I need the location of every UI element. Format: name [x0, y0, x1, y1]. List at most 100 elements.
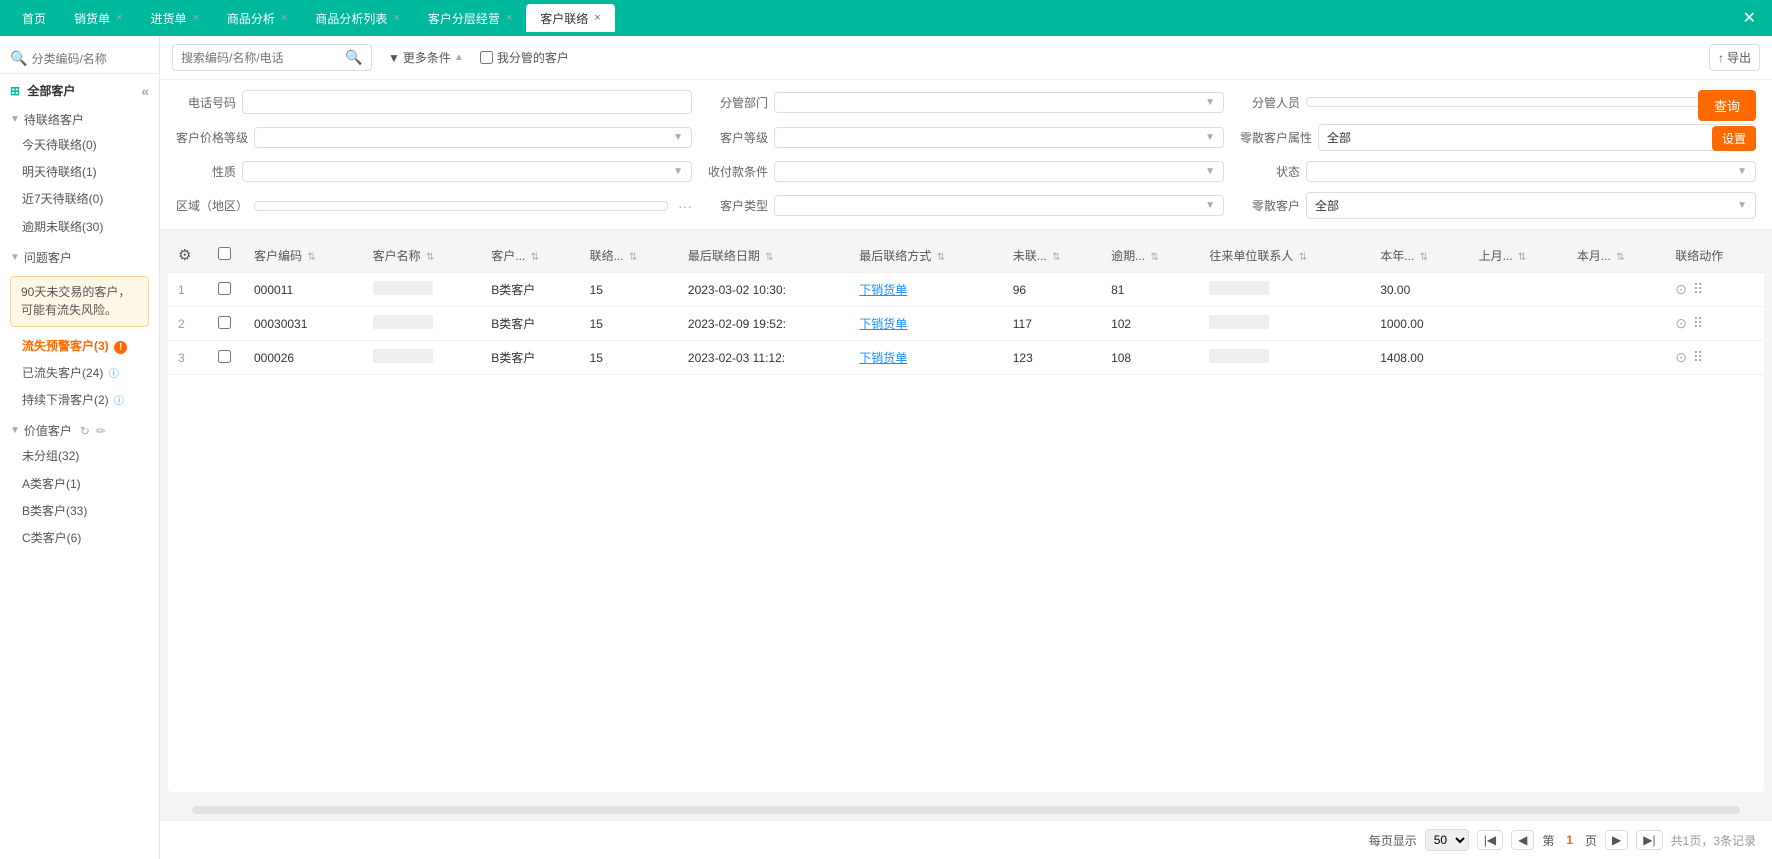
- sidebar-collapse-button[interactable]: «: [141, 83, 149, 99]
- row2-last-date: 2023-02-09 19:52:: [678, 307, 849, 341]
- tab-customer-contact[interactable]: 客户联络 ×: [526, 4, 614, 32]
- sidebar-item-overdue-pending[interactable]: 逾期未联络(30): [0, 214, 159, 241]
- row2-code: 00030031: [244, 307, 363, 341]
- row1-more-icon[interactable]: ⠿: [1693, 281, 1703, 298]
- tab-sales[interactable]: 销货单 ×: [60, 4, 136, 32]
- horizontal-scrollbar[interactable]: [192, 806, 1740, 814]
- customer-type-arrow: ▼: [1205, 200, 1215, 211]
- row1-code: 000011: [244, 273, 363, 307]
- last-month-sort-icon[interactable]: ⇅: [1518, 252, 1526, 263]
- row3-this-year: 1408.00: [1370, 341, 1468, 375]
- status-label: 状态: [1240, 163, 1300, 180]
- tab-sales-close[interactable]: ×: [116, 12, 122, 24]
- name-sort-icon[interactable]: ⇅: [426, 252, 434, 263]
- contact-person-sort-icon[interactable]: ⇅: [1299, 252, 1307, 263]
- more-filters-button[interactable]: ▼ 更多条件 ▲: [380, 45, 472, 70]
- zero-attr-select[interactable]: 全部▼: [1318, 124, 1756, 151]
- tab-analysis-list[interactable]: 商品分析列表 ×: [301, 4, 413, 32]
- tab-analysis-close[interactable]: ×: [281, 12, 287, 24]
- price-grade-select[interactable]: ▼: [254, 127, 692, 148]
- zero-customer-select[interactable]: 全部▼: [1306, 192, 1756, 219]
- last-date-sort-icon[interactable]: ⇅: [765, 252, 773, 263]
- row2-select-checkbox[interactable]: [218, 316, 231, 329]
- row1-contact-icon[interactable]: ⊙: [1675, 281, 1687, 298]
- main-search-icon[interactable]: 🔍: [345, 49, 362, 66]
- sidebar-item-today-pending[interactable]: 今天待联络(0): [0, 132, 159, 159]
- tab-customer-tier-label: 客户分层经营: [428, 10, 500, 27]
- my-customers-checkbox[interactable]: [480, 51, 493, 64]
- row2-this-month: [1567, 307, 1665, 341]
- tab-analysis-label: 商品分析: [227, 10, 275, 27]
- this-month-sort-icon[interactable]: ⇅: [1616, 252, 1624, 263]
- first-page-button[interactable]: |◀: [1477, 830, 1503, 850]
- zero-customer-arrow: ▼: [1737, 200, 1747, 211]
- row3-more-icon[interactable]: ⠿: [1693, 349, 1703, 366]
- tab-home[interactable]: 首页: [8, 4, 60, 32]
- area-dots[interactable]: ···: [678, 198, 692, 214]
- filter-nature-row: 性质 ▼: [176, 161, 692, 182]
- sidebar-item-declining[interactable]: 持续下滑客户(2) ⓘ: [0, 387, 159, 414]
- tab-sales-label: 销货单: [74, 10, 110, 27]
- table-settings-gear[interactable]: ⚙: [178, 247, 191, 264]
- overdue-sort-icon[interactable]: ⇅: [1150, 252, 1158, 263]
- sidebar-search-input[interactable]: [31, 52, 160, 66]
- last-page-button[interactable]: ▶|: [1636, 830, 1662, 850]
- row3-last-date: 2023-02-03 11:12:: [678, 341, 849, 375]
- tab-customer-tier-close[interactable]: ×: [506, 12, 512, 24]
- sidebar-item-ungrouped[interactable]: 未分组(32): [0, 443, 159, 470]
- row3-last-method: 下销货单: [849, 341, 1002, 375]
- tab-customer-tier[interactable]: 客户分层经营 ×: [414, 4, 526, 32]
- row2-overdue: 102: [1101, 307, 1199, 341]
- main-search-input[interactable]: [181, 51, 341, 65]
- last-method-sort-icon[interactable]: ⇅: [937, 252, 945, 263]
- sidebar-item-7day-pending[interactable]: 近7天待联络(0): [0, 186, 159, 213]
- status-select[interactable]: ▼: [1306, 161, 1756, 182]
- sidebar-item-churn-warning[interactable]: 流失预警客户(3) !: [0, 333, 159, 360]
- tab-purchase-close[interactable]: ×: [192, 12, 198, 24]
- row2-contact-icon[interactable]: ⊙: [1675, 315, 1687, 332]
- next-page-button[interactable]: ▶: [1605, 830, 1628, 850]
- prev-page-button[interactable]: ◀: [1511, 830, 1534, 850]
- area-select[interactable]: [254, 201, 668, 211]
- query-button[interactable]: 查询: [1698, 90, 1756, 121]
- sidebar-item-class-a[interactable]: A类客户(1): [0, 471, 159, 498]
- contact-count-sort-icon[interactable]: ⇅: [629, 252, 637, 263]
- this-year-sort-icon[interactable]: ⇅: [1420, 252, 1428, 263]
- code-sort-icon[interactable]: ⇅: [307, 252, 315, 263]
- dept-select[interactable]: ▼: [774, 92, 1224, 113]
- row2-more-icon[interactable]: ⠿: [1693, 315, 1703, 332]
- no-contact-sort-icon[interactable]: ⇅: [1052, 252, 1060, 263]
- top-tab-bar: 首页 销货单 × 进货单 × 商品分析 × 商品分析列表 × 客户分层经营 × …: [0, 0, 1772, 36]
- value-edit-icon[interactable]: ✏: [96, 424, 106, 438]
- sidebar-item-churned[interactable]: 已流失客户(24) ⓘ: [0, 360, 159, 387]
- tab-purchase[interactable]: 进货单 ×: [136, 4, 212, 32]
- tab-analysis-list-close[interactable]: ×: [393, 12, 399, 24]
- sidebar-item-tomorrow-pending[interactable]: 明天待联络(1): [0, 159, 159, 186]
- sidebar-group-pending-title[interactable]: ▼ 待联络客户: [0, 107, 159, 132]
- sidebar-group-problem-title[interactable]: ▼ 问题客户: [0, 245, 159, 270]
- tab-analysis[interactable]: 商品分析 ×: [213, 4, 301, 32]
- row3-contact-icon[interactable]: ⊙: [1675, 349, 1687, 366]
- tab-customer-contact-close[interactable]: ×: [594, 12, 600, 24]
- row3-select-checkbox[interactable]: [218, 350, 231, 363]
- nature-select[interactable]: ▼: [242, 161, 692, 182]
- export-button[interactable]: ↑ 导出: [1709, 44, 1760, 71]
- payment-select[interactable]: ▼: [774, 161, 1224, 182]
- row1-select-checkbox[interactable]: [218, 282, 231, 295]
- th-overdue: 逾期... ⇅: [1101, 238, 1199, 273]
- sidebar-item-class-b[interactable]: B类客户(33): [0, 498, 159, 525]
- sidebar-item-class-c[interactable]: C类客户(6): [0, 525, 159, 552]
- customer-type-sort-icon[interactable]: ⇅: [531, 252, 539, 263]
- customer-table: ⚙ 客户编码 ⇅ 客户名称 ⇅: [168, 238, 1764, 375]
- customer-type-select[interactable]: ▼: [774, 195, 1224, 216]
- phone-input[interactable]: [242, 90, 692, 114]
- row2-action-icons: ⊙ ⠿: [1675, 315, 1754, 332]
- sidebar-group-value-title[interactable]: ▼ 价值客户 ↻ ✏: [0, 418, 159, 443]
- select-all-checkbox[interactable]: [218, 247, 231, 260]
- person-select[interactable]: [1306, 97, 1732, 107]
- value-refresh-icon[interactable]: ↻: [80, 424, 90, 438]
- per-page-select[interactable]: 50: [1425, 829, 1469, 851]
- grade-select[interactable]: ▼: [774, 127, 1224, 148]
- window-close-button[interactable]: ✕: [1735, 8, 1764, 28]
- settings-button[interactable]: 设置: [1712, 126, 1756, 151]
